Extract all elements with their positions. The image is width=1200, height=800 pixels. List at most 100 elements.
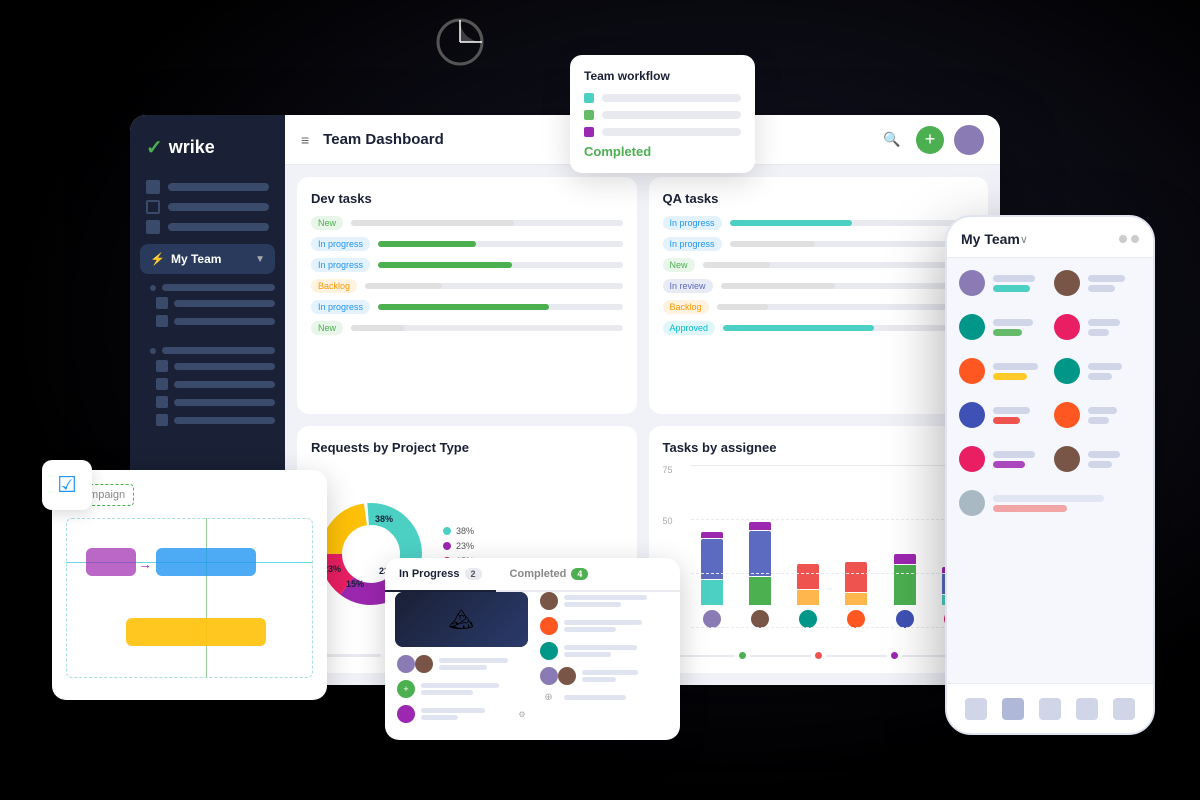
sidebar-sub-5[interactable] [140,360,275,372]
qa-task-1: In progress [663,216,975,230]
campaign-grid-v [206,518,207,678]
mobile-right-line-4b [1088,417,1109,424]
sub-dot-4 [150,348,156,354]
sub-icon-2 [156,297,168,309]
dev-task-bar-1 [351,220,622,226]
mobile-text-line-5b [993,461,1025,468]
search-button[interactable]: 🔍 [878,126,906,154]
dev-task-badge-1: New [311,216,343,230]
sidebar-item-grid[interactable] [146,200,269,214]
qa-task-badge-4: In review [663,279,713,293]
mobile-text-group-4 [993,407,1046,424]
dev-task-bar-5 [378,304,622,310]
mobile-right-text-5 [1088,451,1141,468]
assignee-chart-title: Tasks by assignee [663,440,975,455]
mobile-panel: My Team ∨ [945,215,1155,735]
task-mini-text-1 [439,658,526,670]
completed-task-2 [538,617,671,635]
a-dot-4 [891,652,898,659]
mobile-avatar-6 [959,490,985,516]
qa-tasks-title: QA tasks [663,191,975,206]
mobile-footer-icon-3[interactable] [1039,698,1061,720]
my-team-button[interactable]: ⚡ My Team ▼ [140,244,275,274]
mobile-footer-icon-5[interactable] [1113,698,1135,720]
mobile-list-item-5 [955,442,1145,476]
completed-task-4 [538,667,671,685]
task-mini-line-3b [421,715,458,720]
sub-text-3 [174,318,275,325]
mobile-text-group-3 [993,363,1046,380]
completed-line-4a [582,670,638,675]
mobile-list-item-3 [955,354,1145,388]
mobile-footer-icon-4[interactable] [1076,698,1098,720]
mobile-text-line-2a [993,319,1033,326]
dev-tasks-card: Dev tasks New In progress In progress Ba… [297,177,637,414]
user-avatar[interactable] [954,125,984,155]
sidebar-item-home[interactable] [146,180,269,194]
tooltip-row-2 [584,110,741,120]
dev-task-badge-3: In progress [311,258,370,272]
sidebar-sub-8[interactable] [140,414,275,426]
a-line-1 [674,655,735,657]
qa-task-badge-1: In progress [663,216,722,230]
tasks-content: 🏔 + [385,592,680,740]
sidebar-sub-7[interactable] [140,396,275,408]
mobile-text-group-2 [993,319,1046,336]
tab-inprogress[interactable]: In Progress 2 [385,558,496,592]
completed-line-2b [564,627,616,632]
tooltip-row-3 [584,127,741,137]
grid-line-3 [691,573,975,574]
tab-completed[interactable]: Completed 4 [496,558,603,590]
task-person-icon-2: + [397,680,415,698]
requests-chart-title: Requests by Project Type [311,440,623,455]
sidebar-sub-4[interactable] [140,347,275,354]
dev-task-badge-5: In progress [311,300,370,314]
legend-label-2: 23% [456,541,474,551]
mobile-avatar-3 [959,358,985,384]
mobile-list-item-6 [955,486,1145,520]
assignee-chart-dots [663,652,975,659]
qa-task-4: In review [663,279,975,293]
sub-text-2 [174,300,275,307]
task-mini-3: ⚙ [395,705,528,723]
campaign-nodes: → [66,518,313,678]
completed-text-4 [582,670,669,682]
tooltip-dot-1 [584,93,594,103]
mobile-right-line-2b [1088,329,1109,336]
task-card-image: 🏔 [395,592,528,647]
completed-line-3b [564,652,611,657]
mobile-list-item-2 [955,310,1145,344]
checkbox-icon: ☑ [42,460,92,510]
dev-task-3: In progress [311,258,623,272]
task-mini-avatar-1b [415,655,433,673]
mobile-footer-icon-1[interactable] [965,698,987,720]
campaign-node-yellow [126,618,266,646]
mobile-footer-icon-2[interactable] [1002,698,1024,720]
mobile-footer [947,683,1153,733]
dev-task-badge-2: In progress [311,237,370,251]
sidebar-sub-2[interactable] [140,297,275,309]
sidebar-sub-1[interactable] [140,284,275,291]
grid-line-1 [691,465,975,466]
hamburger-icon[interactable]: ≡ [301,132,309,148]
completed-line-1b [564,602,621,607]
sub-text-8 [174,417,275,424]
campaign-node-purple [86,548,136,576]
mobile-text-line-6a [993,495,1104,502]
inprogress-column: 🏔 + [395,592,528,730]
mobile-text-line-3a [993,363,1038,370]
completed-line-5a [564,695,627,700]
completed-task-5: ⊕ [538,692,671,703]
sidebar-sub-6[interactable] [140,378,275,390]
line-1 [325,654,381,657]
mobile-text-line-4b [993,417,1020,424]
sub-icon-6 [156,378,168,390]
tooltip-bar-3 [602,128,741,136]
add-button[interactable]: + [916,126,944,154]
legend-item-1: 38% [443,526,474,536]
sidebar-layers-label [168,223,269,231]
completed-avatar-2 [540,617,558,635]
sidebar-sub-3[interactable] [140,315,275,327]
sidebar-item-layers[interactable] [146,220,269,234]
qa-task-bar-5 [717,304,974,310]
